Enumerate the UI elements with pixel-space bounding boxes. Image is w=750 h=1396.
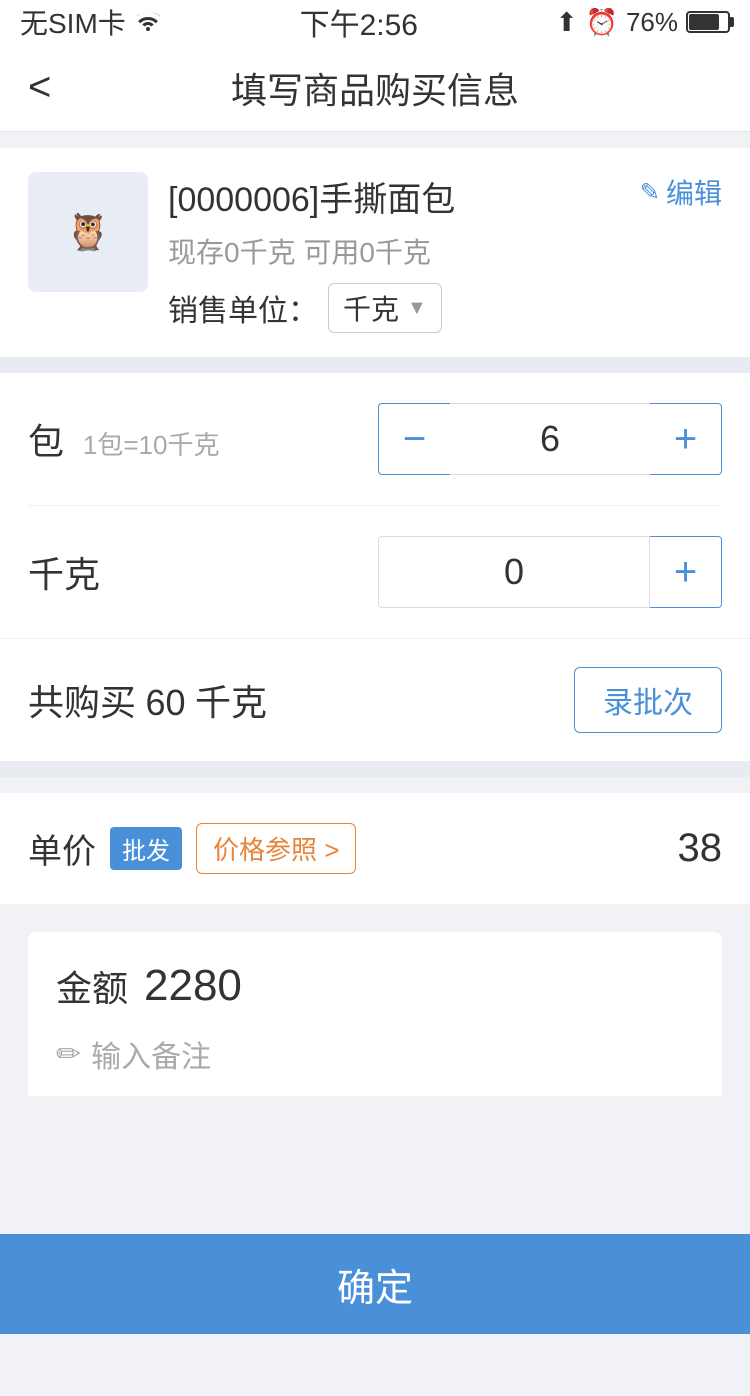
back-button[interactable]: < — [28, 65, 51, 110]
edit-icon: ✎ — [640, 178, 660, 207]
kg-input[interactable] — [378, 536, 650, 608]
divider-1 — [0, 357, 750, 373]
unit-chevron-icon: ▼ — [407, 297, 427, 320]
status-bar-time: 下午2:56 — [300, 0, 418, 44]
product-stock: 现存0千克 可用0千克 — [168, 231, 722, 271]
bag-quantity-control: − + — [378, 403, 722, 475]
page-title: 填写商品购买信息 — [231, 62, 519, 114]
total-unit: 千克 — [195, 682, 267, 723]
kg-quantity-control: + — [378, 536, 722, 608]
edit-button[interactable]: ✎ 编辑 — [640, 172, 722, 212]
unit-value: 千克 — [343, 288, 399, 328]
bag-plus-button[interactable]: + — [650, 403, 722, 475]
pencil-icon: ✏ — [56, 1037, 81, 1072]
price-row: 单价 批发 价格参照 > 38 — [28, 823, 722, 874]
note-row[interactable]: ✏ 输入备注 — [56, 1032, 694, 1076]
bag-minus-button[interactable]: − — [378, 403, 450, 475]
kg-label: 千克 — [28, 554, 100, 595]
price-label: 单价 — [28, 824, 96, 873]
unit-label: 销售单位： — [168, 286, 318, 330]
divider-2 — [0, 761, 750, 777]
kg-label-group: 千克 — [28, 546, 100, 598]
total-amount: 60 — [145, 682, 185, 723]
price-ref-button[interactable]: 价格参照 > — [196, 823, 356, 874]
product-logo: 🦉 — [66, 211, 111, 253]
bag-hint: 1包=10千克 — [83, 430, 220, 460]
bag-label: 包 — [28, 421, 64, 462]
battery-icon — [686, 11, 730, 33]
amount-label: 金额 — [56, 960, 128, 1012]
total-text: 共购买 60 千克 — [28, 674, 267, 726]
amount-card: 金额 2280 ✏ 输入备注 — [28, 932, 722, 1096]
total-label: 共购买 — [28, 682, 136, 723]
bag-input[interactable] — [450, 403, 650, 475]
confirm-button[interactable]: 确定 — [0, 1234, 750, 1334]
product-image: 🦉 — [28, 172, 148, 292]
edit-label: 编辑 — [666, 172, 722, 212]
status-bar-right: ⬆ ⏰ 76% — [556, 7, 730, 38]
nav-bar: < 填写商品购买信息 — [0, 44, 750, 132]
total-batch-row: 共购买 60 千克 录批次 — [0, 638, 750, 761]
bag-input-row: 包 1包=10千克 − + — [28, 373, 722, 506]
wifi-icon — [134, 6, 162, 38]
kg-plus-button[interactable]: + — [650, 536, 722, 608]
location-icon: ⬆ — [556, 7, 578, 38]
carrier-label: 无SIM卡 — [20, 2, 126, 42]
input-section: 包 1包=10千克 − + 千克 + — [0, 373, 750, 638]
battery-percent: 76% — [626, 7, 678, 38]
status-bar: 无SIM卡 下午2:56 ⬆ ⏰ 76% — [0, 0, 750, 44]
amount-value: 2280 — [144, 961, 242, 1011]
status-bar-left: 无SIM卡 — [20, 2, 162, 42]
price-value: 38 — [678, 826, 723, 871]
batch-button[interactable]: 录批次 — [574, 667, 722, 733]
unit-select[interactable]: 千克 ▼ — [328, 283, 442, 333]
amount-section: 金额 2280 ✏ 输入备注 — [0, 904, 750, 1096]
price-badge: 批发 — [110, 827, 182, 870]
bag-label-group: 包 1包=10千克 — [28, 413, 219, 465]
note-placeholder: 输入备注 — [91, 1032, 211, 1076]
amount-row: 金额 2280 — [56, 960, 694, 1012]
product-unit-row: 销售单位： 千克 ▼ — [168, 283, 722, 333]
kg-input-row: 千克 + — [28, 506, 722, 638]
product-card: 🦉 [0000006]手撕面包 现存0千克 可用0千克 销售单位： 千克 ▼ ✎… — [0, 148, 750, 357]
confirm-label: 确定 — [337, 1257, 413, 1312]
price-section: 单价 批发 价格参照 > 38 — [0, 793, 750, 904]
alarm-icon: ⏰ — [586, 7, 618, 38]
